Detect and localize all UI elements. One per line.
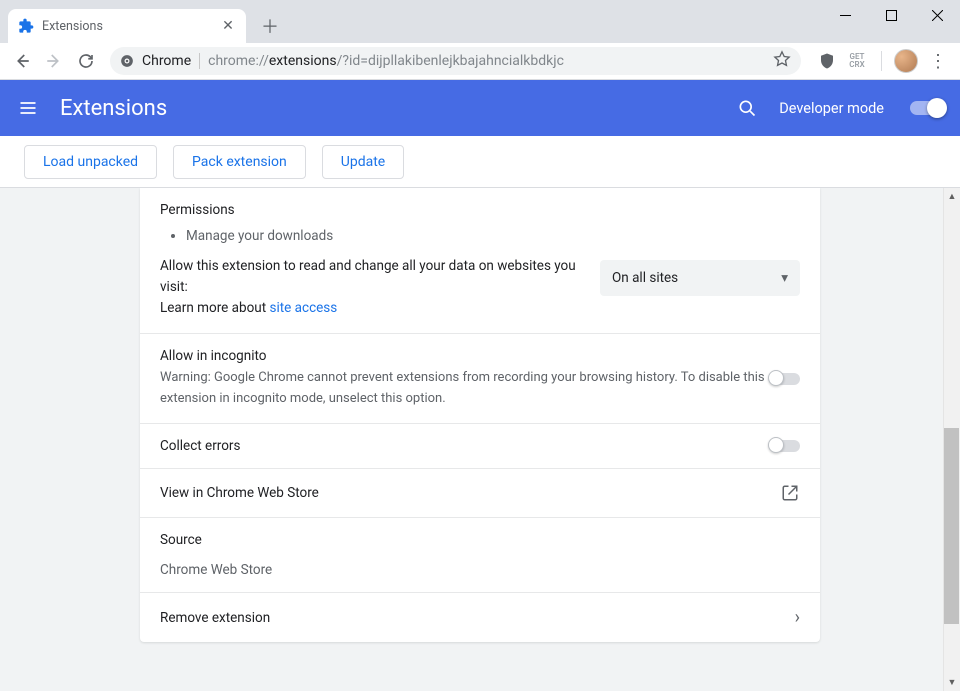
scrollbar-down-arrow[interactable]: ▼ <box>944 674 960 691</box>
extension-getcrx-icon[interactable]: GET CRX <box>845 49 869 73</box>
reload-button[interactable] <box>72 47 100 75</box>
minimize-button[interactable] <box>822 0 868 30</box>
permissions-heading: Permissions <box>160 202 800 218</box>
remove-extension-label: Remove extension <box>160 610 270 626</box>
puzzle-piece-icon <box>18 18 34 34</box>
source-value: Chrome Web Store <box>160 562 800 578</box>
new-tab-button[interactable]: ＋ <box>256 12 284 40</box>
site-access-description: Allow this extension to read and change … <box>160 258 576 295</box>
developer-actions-bar: Load unpacked Pack extension Update <box>0 136 960 188</box>
forward-button[interactable] <box>40 47 68 75</box>
omnibox-separator <box>199 53 200 69</box>
permissions-list: Manage your downloads <box>160 228 800 244</box>
remove-extension-row[interactable]: Remove extension › <box>140 592 820 642</box>
menu-icon[interactable] <box>16 96 40 120</box>
chevron-right-icon: › <box>795 607 800 628</box>
incognito-heading: Allow in incognito <box>160 348 770 364</box>
maximize-button[interactable] <box>868 0 914 30</box>
search-icon[interactable] <box>735 96 759 120</box>
collect-errors-section: Collect errors <box>140 423 820 468</box>
source-heading: Source <box>160 532 800 548</box>
update-button[interactable]: Update <box>322 145 404 179</box>
toolbar-right: GET CRX ⋮ <box>811 47 952 75</box>
address-bar[interactable]: Chrome chrome://extensions/?id=dijpllaki… <box>110 47 801 75</box>
toolbar-separator <box>881 51 882 71</box>
close-tab-button[interactable]: ✕ <box>220 18 236 34</box>
window-controls <box>822 0 960 30</box>
chevron-down-icon: ▾ <box>781 270 788 286</box>
content-area: Permissions Manage your downloads Allow … <box>0 188 960 691</box>
page-title: Extensions <box>60 96 167 121</box>
incognito-toggle[interactable] <box>770 373 800 385</box>
webstore-link-label: View in Chrome Web Store <box>160 485 319 501</box>
pack-extension-button[interactable]: Pack extension <box>173 145 306 179</box>
load-unpacked-button[interactable]: Load unpacked <box>24 145 157 179</box>
tab-title: Extensions <box>42 19 103 34</box>
browser-tab[interactable]: Extensions ✕ <box>8 9 246 43</box>
site-access-link[interactable]: site access <box>269 300 337 316</box>
site-access-dropdown[interactable]: On all sites ▾ <box>600 260 800 296</box>
close-window-button[interactable] <box>914 0 960 30</box>
scrollbar-thumb[interactable] <box>944 428 959 624</box>
collect-errors-toggle[interactable] <box>770 440 800 452</box>
origin-label: Chrome <box>142 53 191 69</box>
bookmark-star-icon[interactable] <box>773 50 791 72</box>
window-titlebar: Extensions ✕ ＋ <box>0 0 960 43</box>
open-external-icon <box>780 483 800 503</box>
chrome-origin-icon <box>120 54 134 68</box>
developer-mode-label: Developer mode <box>779 100 884 117</box>
back-button[interactable] <box>8 47 36 75</box>
vertical-scrollbar[interactable]: ▲ ▼ <box>943 188 960 691</box>
url-text: chrome://extensions/?id=dijpllakibenlejk… <box>208 53 564 69</box>
developer-mode-toggle[interactable] <box>910 101 944 115</box>
profile-avatar[interactable] <box>894 49 918 73</box>
scrollbar-up-arrow[interactable]: ▲ <box>944 188 960 205</box>
source-section: Source Chrome Web Store <box>140 517 820 592</box>
collect-errors-heading: Collect errors <box>160 438 240 454</box>
browser-toolbar: Chrome chrome://extensions/?id=dijpllaki… <box>0 43 960 80</box>
permissions-section: Permissions Manage your downloads Allow … <box>140 188 820 333</box>
extensions-appbar: Extensions Developer mode <box>0 80 960 136</box>
incognito-warning: Warning: Google Chrome cannot prevent ex… <box>160 368 770 410</box>
chrome-menu-button[interactable]: ⋮ <box>924 47 952 75</box>
permission-item: Manage your downloads <box>186 228 800 244</box>
learn-more-prefix: Learn more about <box>160 300 269 316</box>
extension-shield-icon[interactable] <box>815 49 839 73</box>
dropdown-value: On all sites <box>612 270 678 286</box>
extension-detail-card: Permissions Manage your downloads Allow … <box>140 188 820 642</box>
webstore-section[interactable]: View in Chrome Web Store <box>140 468 820 517</box>
incognito-section: Allow in incognito Warning: Google Chrom… <box>140 333 820 424</box>
